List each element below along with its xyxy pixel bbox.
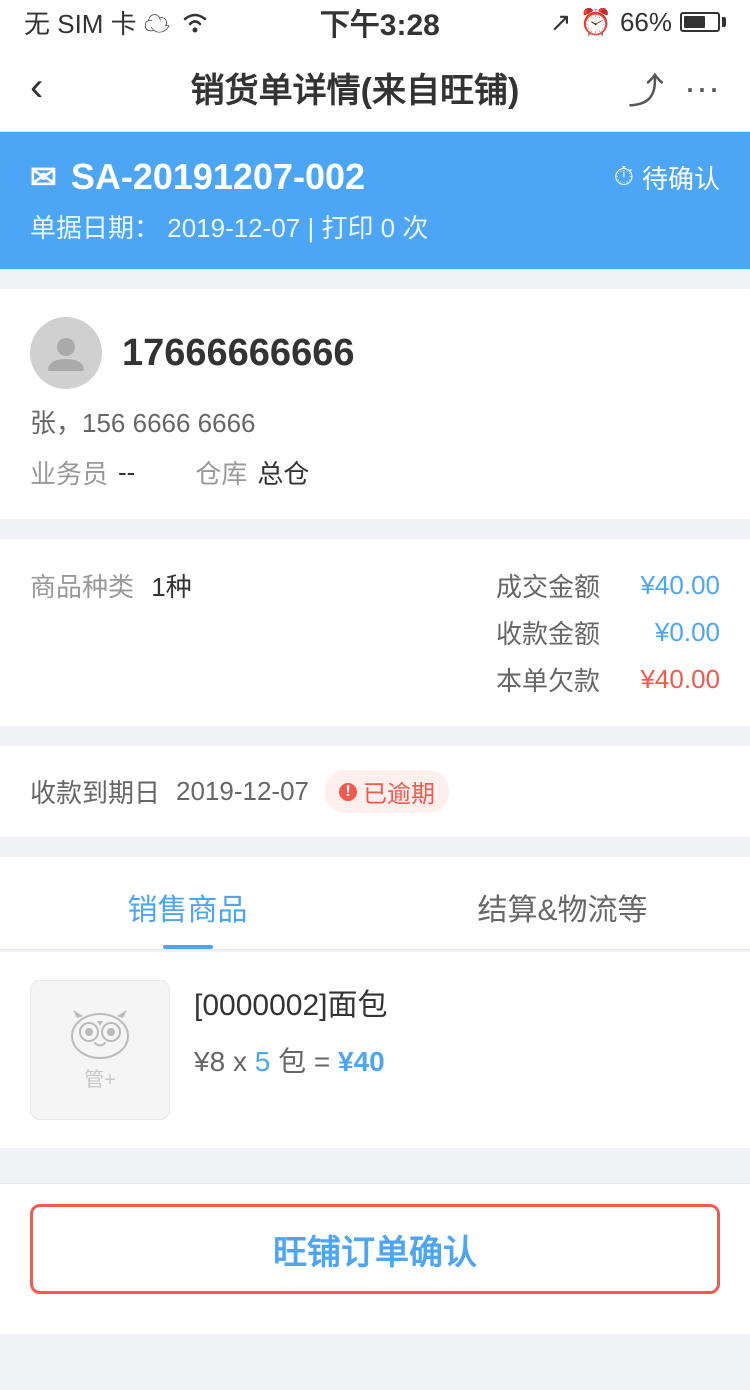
- status-right: ↗ ⏰ 66%: [550, 7, 726, 38]
- unit: 包: [278, 1046, 306, 1077]
- print-info: | 打印 0 次: [307, 213, 428, 243]
- overdue-badge: ! 已逾期: [325, 770, 449, 813]
- product-title: 面包: [327, 989, 387, 1022]
- sales-meta: 业务员 --: [30, 454, 135, 491]
- sales-value: --: [118, 457, 135, 488]
- due-date-card: 收款到期日 2019-12-07 ! 已逾期: [0, 746, 750, 837]
- order-number-text: SA-20191207-002: [71, 156, 365, 198]
- alarm-icon: ⏰: [580, 7, 612, 38]
- confirm-order-button[interactable]: 旺铺订单确认: [30, 1204, 720, 1294]
- overdue-text: 已逾期: [363, 774, 435, 809]
- location-icon: ↗: [550, 7, 572, 38]
- customer-sub-info: 张，156 6666 6666: [30, 403, 720, 440]
- order-date: 2019-12-07: [167, 213, 300, 243]
- battery-text: 66%: [620, 7, 672, 38]
- multiply-sign: x: [233, 1046, 255, 1077]
- order-icon: ✉: [30, 158, 57, 196]
- amount-summary: 成交金额 ¥40.00 收款金额 ¥0.00 本单欠款 ¥40.00: [496, 567, 720, 698]
- product-item: 管+ [0000002]面包 ¥8 x 5 包 = ¥40: [0, 952, 750, 1148]
- tab-settlement[interactable]: 结算&物流等: [375, 857, 750, 949]
- summary-card: 商品种类 1种 成交金额 ¥40.00 收款金额 ¥0.00 本单欠款 ¥40.…: [0, 539, 750, 726]
- sales-label: 业务员: [30, 454, 108, 491]
- transaction-label: 成交金额: [496, 567, 600, 604]
- logo-plus-text: 管+: [84, 1063, 116, 1092]
- owed-label: 本单欠款: [496, 661, 600, 698]
- page-title: 销货单详情(来自旺铺): [90, 63, 620, 112]
- tabs: 销售商品 结算&物流等: [0, 857, 750, 950]
- wifi-icon: [180, 11, 210, 33]
- transaction-value: ¥40.00: [620, 570, 720, 601]
- owl-logo-icon: [65, 1008, 135, 1063]
- order-number: ✉ SA-20191207-002: [30, 156, 365, 198]
- product-name: [0000002]面包: [194, 980, 720, 1024]
- product-qty: 5: [255, 1046, 271, 1077]
- battery-icon: [680, 12, 726, 32]
- product-total: ¥40: [338, 1046, 385, 1077]
- more-button[interactable]: ···: [684, 67, 720, 109]
- warehouse-label: 仓库: [195, 454, 247, 491]
- warehouse-value: 总仓: [257, 454, 309, 491]
- order-status: ⏱ 待确认: [614, 159, 720, 196]
- due-date: 2019-12-07: [176, 776, 309, 807]
- due-label: 收款到期日: [30, 773, 160, 810]
- status-bar: 无 SIM 卡 ☁ 下午3:28 ↗ ⏰ 66%: [0, 0, 750, 44]
- overdue-icon: !: [339, 783, 357, 801]
- nav-actions: ⤴ ···: [620, 62, 720, 114]
- received-value: ¥0.00: [620, 617, 720, 648]
- equals-sign: =: [314, 1046, 338, 1077]
- order-date-info: 单据日期： 2019-12-07 | 打印 0 次: [30, 208, 720, 245]
- unit-price: ¥8: [194, 1046, 225, 1077]
- date-label: 单据日期：: [30, 213, 160, 243]
- type-label: 商品种类: [30, 572, 134, 602]
- product-price-info: ¥8 x 5 包 = ¥40: [194, 1040, 720, 1080]
- owed-value: ¥40.00: [620, 664, 720, 695]
- product-code: [0000002]: [194, 989, 327, 1022]
- customer-phone: 17666666666: [122, 332, 354, 375]
- status-left: 无 SIM 卡 ☁: [24, 4, 210, 41]
- transaction-amount-row: 成交金额 ¥40.00: [496, 567, 720, 604]
- received-label: 收款金额: [496, 614, 600, 651]
- status-clock-icon: ⏱: [614, 161, 634, 193]
- nav-bar: ‹ 销货单详情(来自旺铺) ⤴ ···: [0, 44, 750, 132]
- status-time: 下午3:28: [320, 0, 440, 44]
- received-amount-row: 收款金额 ¥0.00: [496, 614, 720, 651]
- tabs-container: 销售商品 结算&物流等: [0, 857, 750, 950]
- owed-amount-row: 本单欠款 ¥40.00: [496, 661, 720, 698]
- avatar: [30, 317, 102, 389]
- product-image: 管+: [30, 980, 170, 1120]
- order-header-card: ✉ SA-20191207-002 ⏱ 待确认 单据日期： 2019-12-07…: [0, 132, 750, 269]
- share-button[interactable]: ⤴: [628, 62, 664, 114]
- product-type-summary: 商品种类 1种: [30, 567, 192, 604]
- back-button[interactable]: ‹: [30, 65, 90, 110]
- customer-card: 17666666666 张，156 6666 6666 业务员 -- 仓库 总仓: [0, 289, 750, 519]
- tab-sales-products[interactable]: 销售商品: [0, 857, 375, 949]
- product-details: [0000002]面包 ¥8 x 5 包 = ¥40: [194, 980, 720, 1080]
- warehouse-meta: 仓库 总仓: [195, 454, 309, 491]
- type-value: 1种: [151, 572, 191, 602]
- bottom-bar: 旺铺订单确认: [0, 1183, 750, 1334]
- customer-meta: 业务员 -- 仓库 总仓: [30, 454, 720, 491]
- sim-status: 无 SIM 卡 ☁: [24, 4, 170, 41]
- status-text: 待确认: [642, 159, 720, 196]
